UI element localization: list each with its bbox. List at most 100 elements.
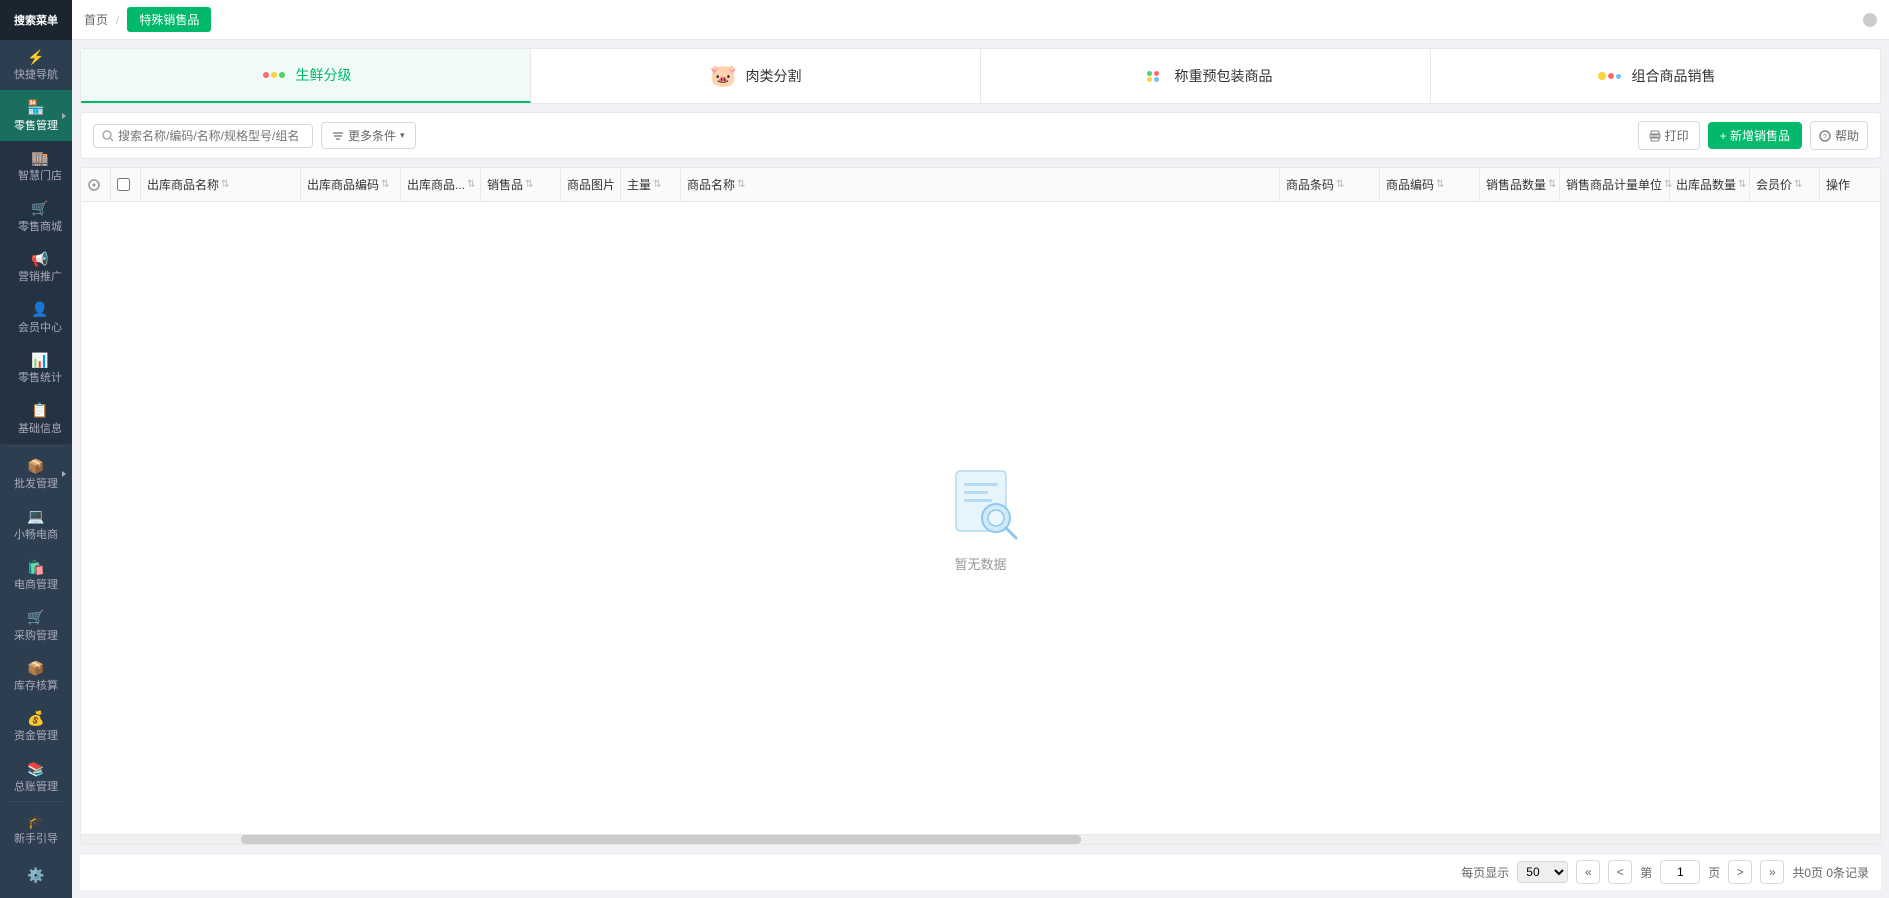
page-size-select[interactable]: 50 10 20 100 <box>1517 861 1568 883</box>
sidebar-item-label: 零售管理 <box>14 119 58 133</box>
retail-stats-icon: 📊 <box>31 351 48 369</box>
sidebar-item-settings[interactable]: ⚙️ <box>0 854 72 898</box>
th-sales-unit[interactable]: 销售商品计量单位 ⇅ <box>1560 168 1670 201</box>
sidebar-logo[interactable]: 搜索菜单 <box>0 0 72 40</box>
sidebar-bottom: 🎓 新手引导 ⚙️ <box>0 799 72 898</box>
sidebar-item-member[interactable]: 👤 会员中心 <box>0 292 72 342</box>
scale-pack-icon <box>1139 62 1167 90</box>
guide-icon: 🎓 <box>27 812 44 830</box>
member-icon: 👤 <box>31 300 48 318</box>
th-sales-quantity[interactable]: 销售品数量 ⇅ <box>1480 168 1560 201</box>
sidebar: 搜索菜单 ⚡ 快捷导航 🏪 零售管理 🏬 智慧门店 🛒 零售商城 📢 营销推广 … <box>0 0 72 898</box>
sort-icon-sales-qty[interactable]: ⇅ <box>1548 179 1556 190</box>
sort-icon-sales-item[interactable]: ⇅ <box>525 179 533 190</box>
sidebar-item-retail-stats[interactable]: 📊 零售统计 <box>0 343 72 393</box>
svg-text:?: ? <box>1823 134 1827 141</box>
th-out-product-x[interactable]: 出库商品... ⇅ <box>401 168 481 201</box>
sidebar-item-ecom-mini[interactable]: 💻 小畅电商 <box>0 499 72 549</box>
sidebar-item-wholesale[interactable]: 📦 批发管理 <box>0 449 72 499</box>
tab-combo[interactable]: 组合商品销售 <box>1431 49 1880 103</box>
sort-icon-out-qty[interactable]: ⇅ <box>1738 179 1746 190</box>
th-sales-item[interactable]: 销售品 ⇅ <box>481 168 561 201</box>
print-icon <box>1649 130 1661 142</box>
page-number-input[interactable] <box>1660 860 1700 884</box>
th-product-name[interactable]: 商品名称 ⇅ <box>681 168 1280 201</box>
th-sales-unit-label: 销售商品计量单位 <box>1566 176 1662 193</box>
th-out-product-code-label: 出库商品编码 <box>307 176 379 193</box>
table-scrollbar[interactable] <box>81 834 1880 844</box>
top-nav: 首页 / 特殊销售品 <box>72 0 1889 40</box>
sort-icon-out-product-x[interactable]: ⇅ <box>467 179 475 190</box>
sort-icon-product-name[interactable]: ⇅ <box>737 179 745 190</box>
last-page-button[interactable]: » <box>1760 860 1784 884</box>
sidebar-item-purchase[interactable]: 🛒 采购管理 <box>0 600 72 650</box>
sidebar-item-quick-nav[interactable]: ⚡ 快捷导航 <box>0 40 72 90</box>
th-product-barcode[interactable]: 商品条码 ⇅ <box>1280 168 1380 201</box>
filter-button[interactable]: 更多条件 ▾ <box>321 122 416 149</box>
tab-cards: 生鲜分级 🐷 肉类分割 <box>80 48 1881 104</box>
th-product-code[interactable]: 商品编码 ⇅ <box>1380 168 1480 201</box>
sidebar-item-ledger[interactable]: 📚 总账管理 <box>0 752 72 799</box>
sidebar-item-guide[interactable]: 🎓 新手引导 <box>0 804 72 854</box>
breadcrumb-current[interactable]: 特殊销售品 <box>127 7 211 32</box>
sidebar-item-label: 会员中心 <box>18 321 62 335</box>
next-page-button[interactable]: > <box>1728 860 1752 884</box>
sort-icon-product-code[interactable]: ⇅ <box>1436 179 1444 190</box>
sidebar-item-label: 营销推广 <box>18 270 62 284</box>
top-nav-right <box>1863 13 1877 27</box>
sort-icon-main-weight[interactable]: ⇅ <box>653 179 661 190</box>
sidebar-item-label: 零售统计 <box>18 371 62 385</box>
page-label-prefix: 第 <box>1640 864 1652 881</box>
smart-store-icon: 🏬 <box>31 149 48 167</box>
tab-scale-pack[interactable]: 称重预包装商品 <box>981 49 1431 103</box>
sort-icon-out-product-code[interactable]: ⇅ <box>381 179 389 190</box>
retail-mall-icon: 🛒 <box>31 199 48 217</box>
search-input[interactable] <box>118 129 298 143</box>
sidebar-item-retail[interactable]: 🏪 零售管理 <box>0 90 72 140</box>
meat-cut-icon: 🐷 <box>710 62 738 90</box>
sort-icon-member-price[interactable]: ⇅ <box>1794 179 1802 190</box>
th-checkbox[interactable] <box>111 168 141 201</box>
add-button[interactable]: + 新增销售品 <box>1708 122 1802 149</box>
print-button[interactable]: 打印 <box>1638 121 1700 150</box>
th-member-price[interactable]: 会员价 ⇅ <box>1750 168 1820 201</box>
th-out-quantity-label: 出库品数量 <box>1676 176 1736 193</box>
help-button[interactable]: ? 帮助 <box>1810 121 1868 150</box>
breadcrumb-home[interactable]: 首页 <box>84 11 108 28</box>
sidebar-item-marketing[interactable]: 📢 营销推广 <box>0 242 72 292</box>
sidebar-item-label: 资金管理 <box>14 729 58 743</box>
settings-icon: ⚙️ <box>27 866 44 884</box>
th-out-product-name[interactable]: 出库商品名称 ⇅ <box>141 168 301 201</box>
search-icon <box>102 130 114 142</box>
tab-meat-cut-label: 肉类分割 <box>746 66 802 86</box>
sidebar-item-label: 采购管理 <box>14 629 58 643</box>
sidebar-item-smart-store[interactable]: 🏬 智慧门店 <box>0 141 72 191</box>
select-all-checkbox[interactable] <box>117 178 130 191</box>
th-out-product-name-label: 出库商品名称 <box>147 176 219 193</box>
search-input-wrap[interactable] <box>93 124 313 148</box>
sort-icon-barcode[interactable]: ⇅ <box>1336 179 1344 190</box>
prev-page-button[interactable]: < <box>1608 860 1632 884</box>
first-page-button[interactable]: « <box>1576 860 1600 884</box>
marketing-icon: 📢 <box>31 250 48 268</box>
breadcrumb-sep: / <box>116 13 119 27</box>
table-wrap: 出库商品名称 ⇅ 出库商品编码 ⇅ 出库商品... ⇅ 销售品 ⇅ 商品图片 <box>80 167 1881 845</box>
tab-fresh-grade[interactable]: 生鲜分级 <box>81 49 531 103</box>
main-content: 首页 / 特殊销售品 生鲜分级 <box>72 0 1889 898</box>
th-settings[interactable] <box>81 168 111 201</box>
th-main-weight[interactable]: 主量 ⇅ <box>621 168 681 201</box>
empty-illustration <box>936 463 1026 546</box>
sidebar-item-basic-info[interactable]: 📋 基础信息 <box>0 393 72 443</box>
table-scrollbar-thumb[interactable] <box>241 835 1081 844</box>
filter-icon <box>332 130 344 142</box>
sidebar-item-finance[interactable]: 💰 资金管理 <box>0 701 72 751</box>
sort-icon-out-product-name[interactable]: ⇅ <box>221 179 229 190</box>
sidebar-item-ecom-mgmt[interactable]: 🛍️ 电商管理 <box>0 550 72 600</box>
help-icon: ? <box>1819 130 1831 142</box>
sidebar-item-inventory[interactable]: 📦 库存核算 <box>0 651 72 701</box>
th-out-product-code[interactable]: 出库商品编码 ⇅ <box>301 168 401 201</box>
sidebar-item-label: 库存核算 <box>14 679 58 693</box>
tab-meat-cut[interactable]: 🐷 肉类分割 <box>531 49 981 103</box>
th-out-quantity[interactable]: 出库品数量 ⇅ <box>1670 168 1750 201</box>
sidebar-item-retail-mall[interactable]: 🛒 零售商城 <box>0 191 72 241</box>
